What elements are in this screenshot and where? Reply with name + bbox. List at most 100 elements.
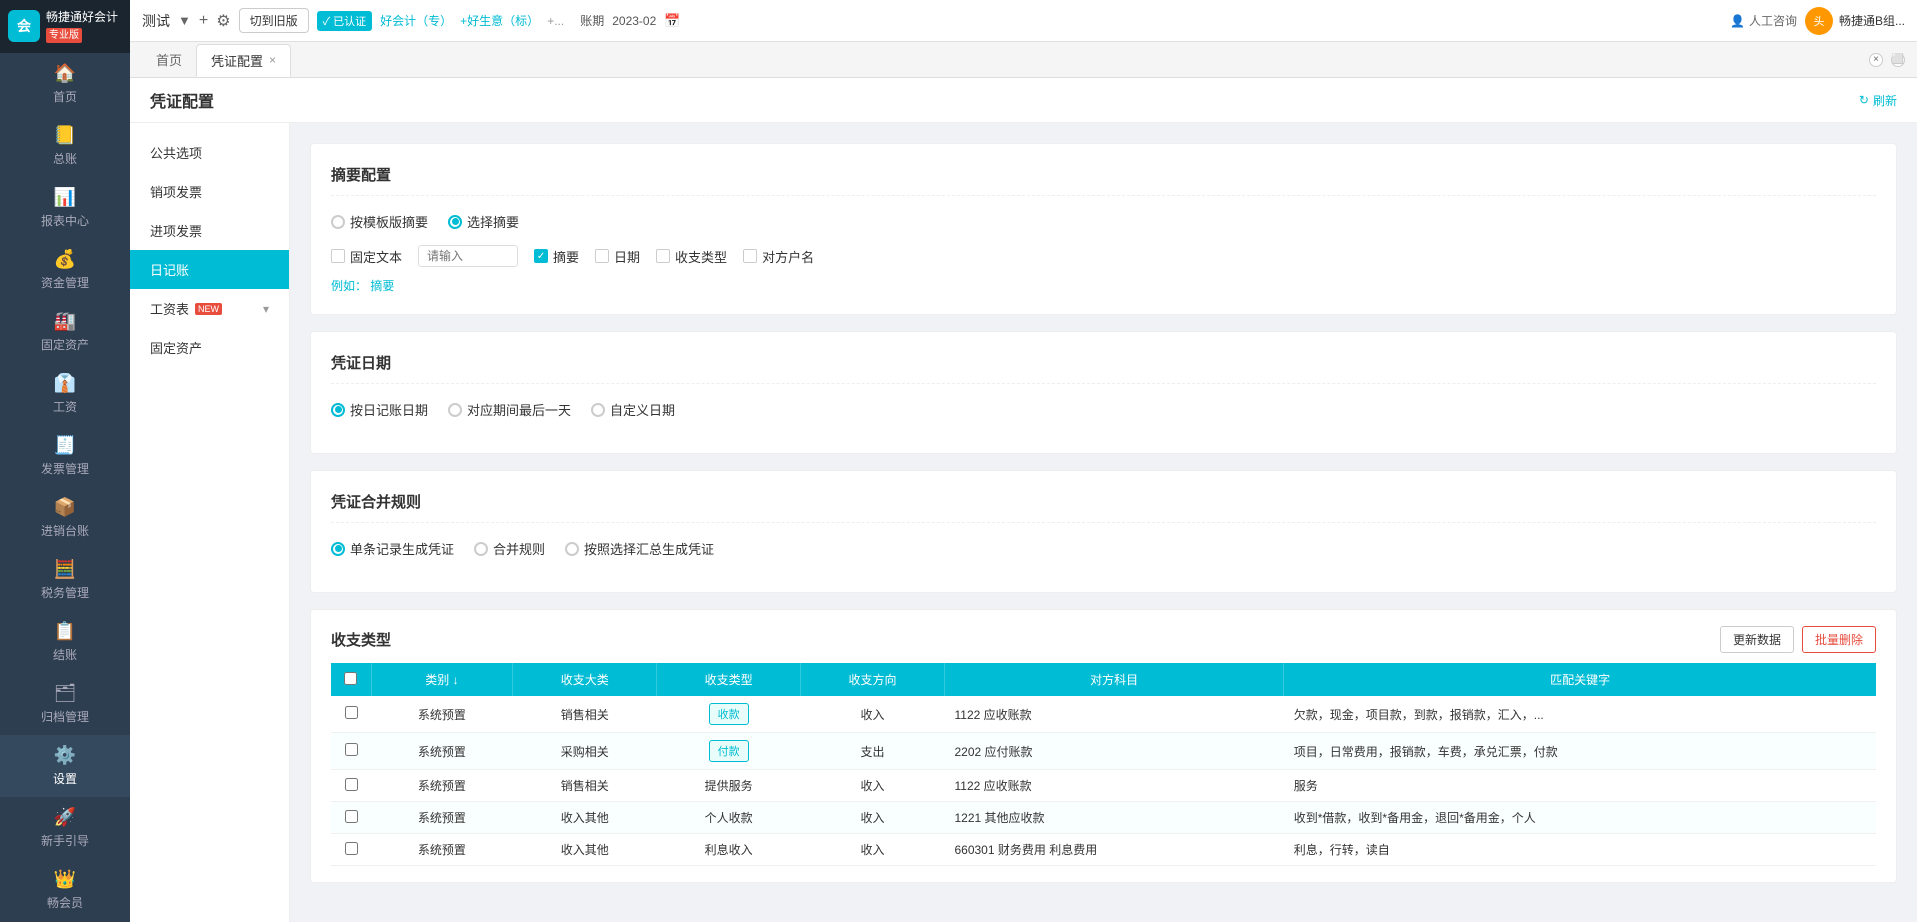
sidebar-item-首页[interactable]: 🏠 首页 <box>0 53 130 115</box>
tab-close-icon[interactable]: × <box>269 53 276 67</box>
sidebar-label-发票管理: 发票管理 <box>41 460 89 477</box>
radio-merge-rule[interactable]: 合并规则 <box>474 539 545 558</box>
row-checkbox-0[interactable] <box>345 706 358 719</box>
left-nav-label: 公共选项 <box>150 143 202 162</box>
fixed-text-input[interactable] <box>418 245 518 267</box>
sidebar-icon-工资: 👔 <box>54 373 76 394</box>
sidebar-label-总账: 总账 <box>53 150 77 167</box>
radio-single-record[interactable]: 单条记录生成凭证 <box>331 539 454 558</box>
left-nav-item-工资表[interactable]: 工资表NEW▾ <box>130 289 289 328</box>
left-nav-item-销项发票[interactable]: 销项发票 <box>130 172 289 211</box>
example-text: 例如： 摘要 <box>331 277 1876 294</box>
type-tag-button[interactable]: 收款 <box>709 703 749 725</box>
row-direction: 支出 <box>801 733 945 770</box>
topbar: 测试 ▼ + ⚙ 切到旧版 ✓ 已认证 好会计（专） +好生意（标） +... … <box>130 0 1917 42</box>
radio-template-summary[interactable]: 按模板版摘要 <box>331 212 428 231</box>
sidebar-item-设置[interactable]: ⚙️ 设置 <box>0 735 130 797</box>
row-category: 系统预置 <box>371 802 513 834</box>
content-wrap: 凭证配置 ↻ 刷新 公共选项销项发票进项发票日记账工资表NEW▾固定资产 摘要配… <box>130 78 1917 922</box>
row-big-type: 销售相关 <box>513 770 657 802</box>
support-button[interactable]: 👤 人工咨询 <box>1730 12 1797 29</box>
sidebar-item-税务管理[interactable]: 🧮 税务管理 <box>0 549 130 611</box>
fixed-text-checkbox[interactable]: 固定文本 <box>331 247 402 266</box>
sidebar-item-工资[interactable]: 👔 工资 <box>0 363 130 425</box>
calendar-icon[interactable]: 📅 <box>664 13 680 29</box>
company-name: 测试 <box>142 11 170 31</box>
radio-select-summary[interactable]: 选择摘要 <box>448 212 519 231</box>
merge-rules-section: 凭证合并规则 单条记录生成凭证 合并规则 按照选择汇总生成凭证 <box>310 470 1897 593</box>
left-nav-item-公共选项[interactable]: 公共选项 <box>130 133 289 172</box>
page-title: 凭证配置 <box>150 88 214 112</box>
income-type-checkbox[interactable]: 收支类型 <box>656 247 727 266</box>
summary-checkbox[interactable]: ✓ 摘要 <box>534 247 579 266</box>
row-account: 1221 其他应收款 <box>944 802 1283 834</box>
table-section-title: 收支类型 <box>331 629 391 650</box>
radio-custom-date[interactable]: 自定义日期 <box>591 400 675 419</box>
add-button[interactable]: + <box>199 12 208 30</box>
left-nav: 公共选项销项发票进项发票日记账工资表NEW▾ 固定资产 <box>130 123 290 922</box>
sidebar-label-进销台账: 进销台账 <box>41 522 89 539</box>
sidebar-item-发票管理[interactable]: 🧾 发票管理 <box>0 425 130 487</box>
left-nav-item-进项发票[interactable]: 进项发票 <box>130 211 289 250</box>
refresh-icon: ↻ <box>1859 93 1869 107</box>
sidebar-item-固定资产[interactable]: 🏭 固定资产 <box>0 301 130 363</box>
update-data-button[interactable]: 更新数据 <box>1720 626 1794 653</box>
sidebar-item-结账[interactable]: 📋 结账 <box>0 611 130 673</box>
window-close-button[interactable]: × <box>1869 53 1883 67</box>
good-accounting-label: 好会计（专） <box>380 12 452 29</box>
sidebar-item-报表中心[interactable]: 📊 报表中心 <box>0 177 130 239</box>
radio-summary-generate[interactable]: 按照选择汇总生成凭证 <box>565 539 714 558</box>
col-category: 类别 ↓ <box>371 663 513 696</box>
date-checkbox[interactable]: 日期 <box>595 247 640 266</box>
summary-checkbox-box: ✓ <box>534 249 548 263</box>
sidebar-item-新手引导[interactable]: 🚀 新手引导 <box>0 797 130 859</box>
left-nav-label: 固定资产 <box>150 338 202 357</box>
sidebar-icon-资金管理: 💰 <box>54 249 76 270</box>
left-nav-item-固定资产[interactable]: 固定资产 <box>130 328 289 367</box>
tab-voucher-config[interactable]: 凭证配置 × <box>196 44 291 77</box>
type-text: 个人收款 <box>705 811 753 825</box>
row-checkbox-2[interactable] <box>345 778 358 791</box>
income-expense-section: 收支类型 更新数据 批量删除 类别 ↓ 收支大类 收支类型 <box>310 609 1897 883</box>
row-category: 系统预置 <box>371 733 513 770</box>
company-dropdown[interactable]: ▼ <box>178 13 191 28</box>
radio-select-summary-circle <box>448 215 462 229</box>
refresh-button[interactable]: ↻ 刷新 <box>1859 92 1897 109</box>
window-maximize-button[interactable]: ⬜ <box>1891 53 1905 67</box>
sidebar-item-总账[interactable]: 📒 总账 <box>0 115 130 177</box>
merge-rules-title: 凭证合并规则 <box>331 491 1876 523</box>
username-label: 畅捷通B组... <box>1839 12 1905 29</box>
tab-home[interactable]: 首页 <box>142 44 196 75</box>
settings-icon[interactable]: ⚙ <box>216 11 230 31</box>
row-checkbox-4[interactable] <box>345 842 358 855</box>
left-nav-item-日记账[interactable]: 日记账 <box>130 250 289 289</box>
sidebar-item-归档管理[interactable]: 🗂 归档管理 <box>0 673 130 735</box>
radio-by-journal-date[interactable]: 按日记账日期 <box>331 400 428 419</box>
main-area: 测试 ▼ + ⚙ 切到旧版 ✓ 已认证 好会计（专） +好生意（标） +... … <box>130 0 1917 922</box>
logo-text: 畅捷通好会计 <box>46 10 118 26</box>
new-badge: NEW <box>195 303 222 315</box>
counterparty-checkbox-box <box>743 249 757 263</box>
row-checkbox-1[interactable] <box>345 743 358 756</box>
sidebar-icon-新手引导: 🚀 <box>54 807 76 828</box>
income-expense-table: 类别 ↓ 收支大类 收支类型 收支方向 对方科目 匹配关键字 系统预置 销售相关 <box>331 663 1876 866</box>
table-buttons: 更新数据 批量删除 <box>1720 626 1876 653</box>
sidebar-item-畅会员[interactable]: 👑 畅会员 <box>0 859 130 921</box>
row-checkbox-3[interactable] <box>345 810 358 823</box>
counterparty-checkbox[interactable]: 对方户名 <box>743 247 814 266</box>
row-direction: 收入 <box>801 802 945 834</box>
type-tag-button[interactable]: 付款 <box>709 740 749 762</box>
good-business-label: +好生意（标） <box>460 12 539 29</box>
switch-version-button[interactable]: 切到旧版 <box>239 8 309 33</box>
radio-single-record-circle <box>331 542 345 556</box>
row-type: 收款 <box>657 696 801 733</box>
logo-sub: 专业版 <box>46 28 82 43</box>
batch-delete-button[interactable]: 批量删除 <box>1802 626 1876 653</box>
select-all-checkbox[interactable] <box>344 672 357 685</box>
sidebar-item-资金管理[interactable]: 💰 资金管理 <box>0 239 130 301</box>
layout: 公共选项销项发票进项发票日记账工资表NEW▾固定资产 摘要配置 按模板版摘要 选… <box>130 123 1917 922</box>
radio-period-last-day[interactable]: 对应期间最后一天 <box>448 400 571 419</box>
col-type: 收支类型 <box>657 663 801 696</box>
sidebar-item-进销台账[interactable]: 📦 进销台账 <box>0 487 130 549</box>
table-row: 系统预置 收入其他 个人收款 收入 1221 其他应收款 收到*借款，收到*备用… <box>331 802 1876 834</box>
